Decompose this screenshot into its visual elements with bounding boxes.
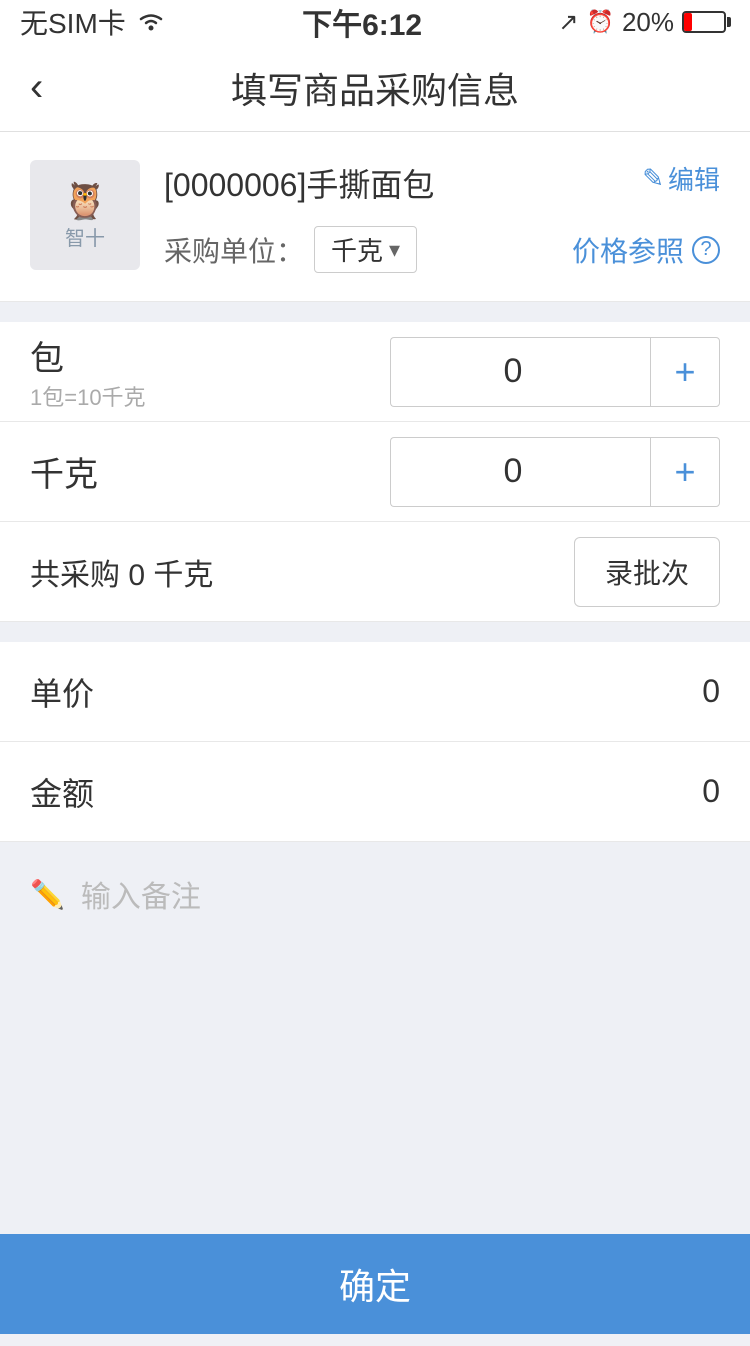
status-bar: 无SIM卡 下午6:12 ↗ ⏰ 20% xyxy=(0,0,750,44)
notes-placeholder: 输入备注 xyxy=(81,872,201,916)
bao-input-right: + xyxy=(190,337,720,407)
location-icon: ↗ xyxy=(558,8,578,37)
kg-input-right: + xyxy=(190,437,720,507)
kg-input-row: 千克 + xyxy=(0,422,750,522)
unit-price-value: 0 xyxy=(702,673,720,710)
edit-icon: ✎ xyxy=(642,163,664,194)
price-ref-button[interactable]: 价格参照 ? xyxy=(572,230,720,270)
unit-select[interactable]: 千克 ▾ xyxy=(314,226,417,273)
bao-quantity-input[interactable] xyxy=(390,337,650,407)
back-button[interactable]: ‹ xyxy=(30,65,90,110)
edit-label: 编辑 xyxy=(668,160,720,197)
unit-label: 采购单位： xyxy=(164,230,304,270)
kg-label: 千克 xyxy=(30,447,190,496)
content-spacer xyxy=(0,946,750,1246)
unit-price-row: 单价 0 xyxy=(0,642,750,742)
price-section: 单价 0 金额 0 xyxy=(0,642,750,842)
bao-input-row: 包 1包=10千克 + xyxy=(0,322,750,422)
product-card: 🦉 智十 [0000006]手撕面包 ✎ 编辑 采购单位： 千克 ▾ xyxy=(0,132,750,302)
section-divider-1 xyxy=(0,302,750,322)
page-title: 填写商品采购信息 xyxy=(231,62,519,114)
status-right: ↗ ⏰ 20% xyxy=(558,7,730,38)
bao-label-sub: 1包=10千克 xyxy=(30,380,190,412)
section-divider-2 xyxy=(0,622,750,642)
status-left: 无SIM卡 xyxy=(20,2,166,42)
battery-icon xyxy=(682,11,730,33)
amount-label: 金额 xyxy=(30,769,94,815)
product-info: [0000006]手撕面包 ✎ 编辑 采购单位： 千克 ▾ 价格参照 ? xyxy=(164,160,720,273)
input-section: 包 1包=10千克 + 千克 + xyxy=(0,322,750,522)
product-image-label: 智十 xyxy=(65,222,105,251)
amount-row: 金额 0 xyxy=(0,742,750,842)
battery-percent: 20% xyxy=(622,7,674,38)
price-ref-label: 价格参照 xyxy=(572,230,684,270)
alarm-icon: ⏰ xyxy=(587,9,614,35)
unit-value: 千克 xyxy=(331,231,383,268)
notes-section[interactable]: ✏️ 输入备注 xyxy=(0,842,750,946)
confirm-button[interactable]: 确定 xyxy=(339,1258,411,1310)
amount-value: 0 xyxy=(702,773,720,810)
bao-label: 包 1包=10千克 xyxy=(30,331,190,412)
summary-text: 共采购 0 千克 xyxy=(30,550,213,594)
product-image: 🦉 智十 xyxy=(30,160,140,270)
product-unit-row: 采购单位： 千克 ▾ 价格参照 ? xyxy=(164,226,720,273)
kg-plus-button[interactable]: + xyxy=(650,437,720,507)
wifi-icon xyxy=(136,6,166,38)
bao-label-main: 包 xyxy=(30,331,190,380)
product-header: [0000006]手撕面包 ✎ 编辑 xyxy=(164,160,720,206)
batch-button[interactable]: 录批次 xyxy=(574,537,720,607)
summary-row: 共采购 0 千克 录批次 xyxy=(0,522,750,622)
pencil-icon: ✏️ xyxy=(30,878,65,911)
edit-button[interactable]: ✎ 编辑 xyxy=(642,160,720,197)
product-image-icon: 🦉 xyxy=(63,180,108,222)
status-time: 下午6:12 xyxy=(302,0,422,44)
price-ref-question-icon: ? xyxy=(692,236,720,264)
carrier-text: 无SIM卡 xyxy=(20,2,126,42)
bao-plus-button[interactable]: + xyxy=(650,337,720,407)
product-name: [0000006]手撕面包 xyxy=(164,160,434,206)
confirm-bar[interactable]: 确定 xyxy=(0,1234,750,1334)
kg-quantity-input[interactable] xyxy=(390,437,650,507)
unit-price-label: 单价 xyxy=(30,669,94,715)
kg-label-main: 千克 xyxy=(30,447,190,496)
nav-bar: ‹ 填写商品采购信息 xyxy=(0,44,750,132)
chevron-down-icon: ▾ xyxy=(389,237,400,263)
